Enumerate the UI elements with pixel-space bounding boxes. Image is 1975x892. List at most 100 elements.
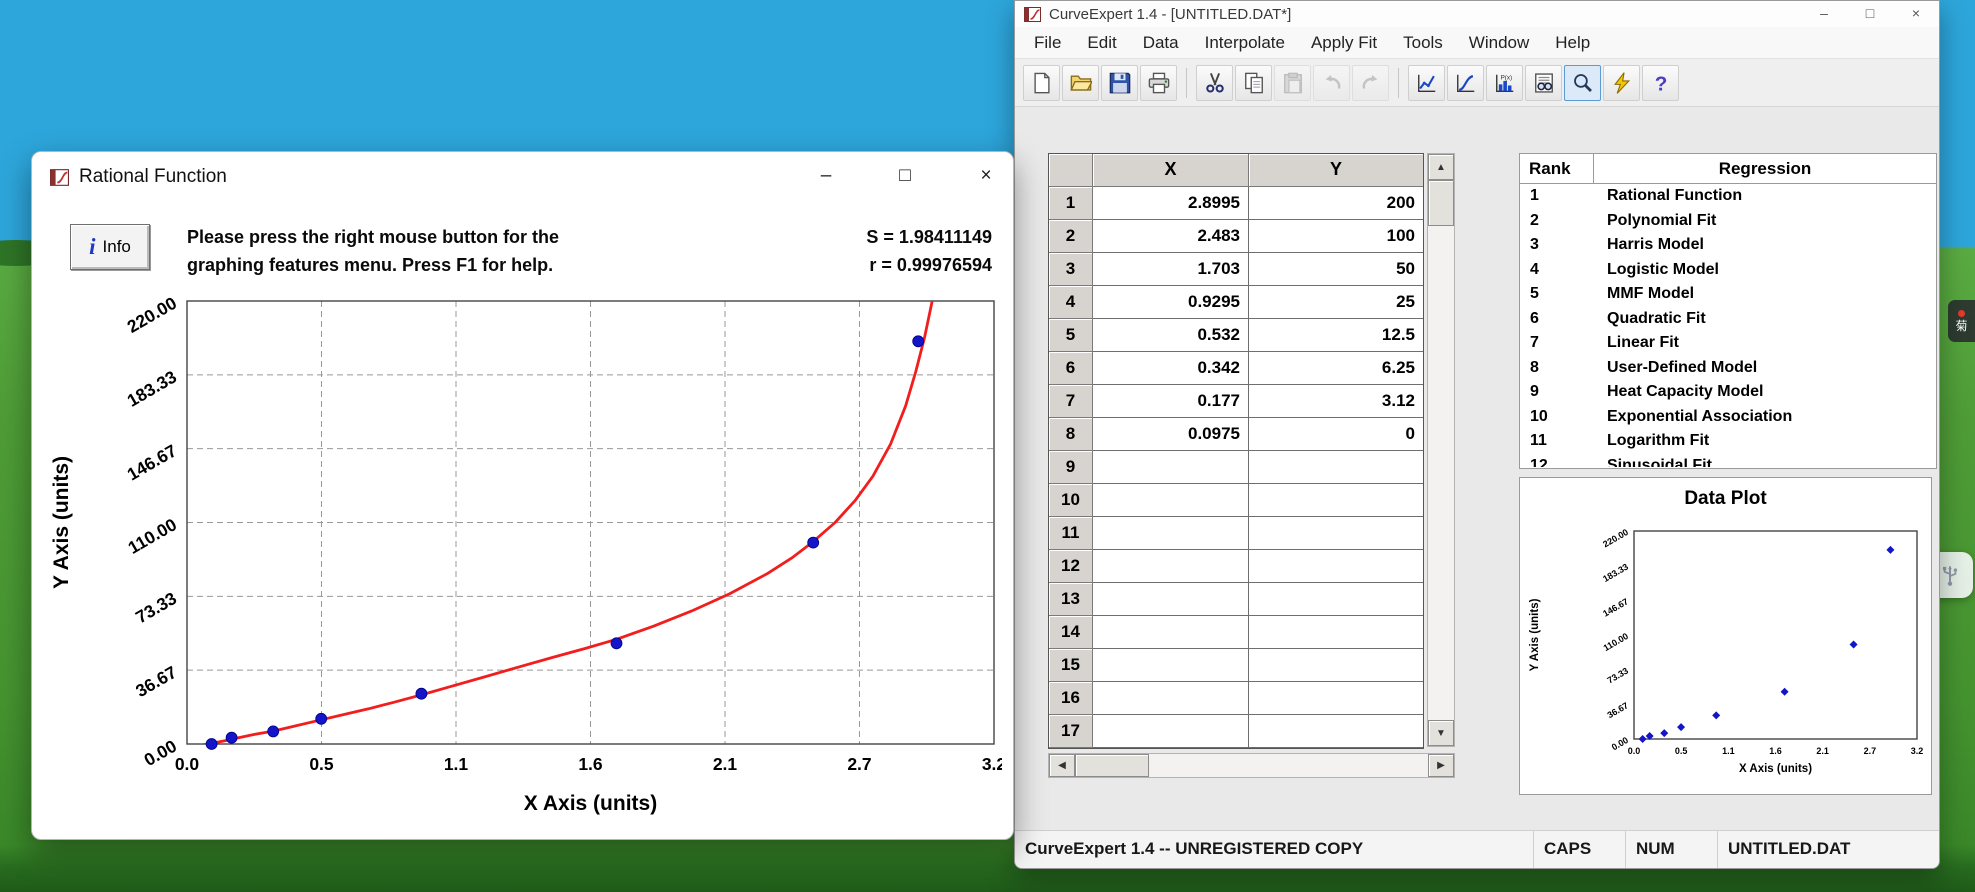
row-header[interactable]: 16: [1049, 682, 1093, 715]
close-button[interactable]: ×: [963, 152, 1009, 202]
cell-y[interactable]: 200: [1249, 187, 1423, 220]
scroll-up-button[interactable]: ▲: [1428, 154, 1454, 180]
fit-plot[interactable]: 0.00.000.536.671.173.331.6110.002.1146.6…: [52, 292, 1002, 832]
scroll-left-button[interactable]: ◀: [1049, 754, 1075, 777]
calculate-lightning-button[interactable]: [1603, 65, 1640, 101]
row-header[interactable]: 12: [1049, 550, 1093, 583]
cell-x[interactable]: 0.0975: [1093, 418, 1249, 451]
row-header[interactable]: 13: [1049, 583, 1093, 616]
cell-x[interactable]: 2.8995: [1093, 187, 1249, 220]
row-header[interactable]: 4: [1049, 286, 1093, 319]
regression-item[interactable]: 12Sinusoidal Fit: [1521, 457, 1935, 468]
cell-x[interactable]: [1093, 550, 1249, 583]
row-header[interactable]: 7: [1049, 385, 1093, 418]
cell-y[interactable]: [1249, 583, 1423, 616]
regression-item[interactable]: 4Logistic Model: [1521, 261, 1935, 286]
cell-y[interactable]: [1249, 550, 1423, 583]
table-horizontal-scrollbar[interactable]: ◀ ▶: [1048, 753, 1455, 778]
menu-apply-fit[interactable]: Apply Fit: [1298, 27, 1390, 58]
regression-item[interactable]: 11Logarithm Fit: [1521, 432, 1935, 457]
mini-data-plot[interactable]: 0.00.000.536.671.173.331.6110.002.1146.6…: [1524, 512, 1929, 792]
row-header[interactable]: 10: [1049, 484, 1093, 517]
menu-edit[interactable]: Edit: [1074, 27, 1129, 58]
regression-item[interactable]: 5MMF Model: [1521, 285, 1935, 310]
paste-button[interactable]: [1274, 65, 1311, 101]
cell-x[interactable]: [1093, 517, 1249, 550]
cell-x[interactable]: [1093, 451, 1249, 484]
cell-x[interactable]: [1093, 682, 1249, 715]
cut-button[interactable]: [1196, 65, 1233, 101]
cell-y[interactable]: [1249, 682, 1423, 715]
cell-x[interactable]: 0.342: [1093, 352, 1249, 385]
cell-y[interactable]: 12.5: [1249, 319, 1423, 352]
cell-x[interactable]: [1093, 583, 1249, 616]
save-file-button[interactable]: [1101, 65, 1138, 101]
cell-x[interactable]: 1.703: [1093, 253, 1249, 286]
info-button[interactable]: i Info: [70, 224, 150, 270]
cell-x[interactable]: [1093, 616, 1249, 649]
vertical-scroll-thumb[interactable]: [1428, 180, 1454, 226]
row-header[interactable]: 1: [1049, 187, 1093, 220]
zoom-button[interactable]: [1564, 65, 1601, 101]
probability-histogram-button[interactable]: P(x): [1486, 65, 1523, 101]
row-header[interactable]: 11: [1049, 517, 1093, 550]
regression-item[interactable]: 6Quadratic Fit: [1521, 310, 1935, 335]
row-header[interactable]: 17: [1049, 715, 1093, 748]
open-file-button[interactable]: [1062, 65, 1099, 101]
cell-x[interactable]: 2.483: [1093, 220, 1249, 253]
vertical-scroll-track[interactable]: [1428, 226, 1454, 720]
row-header[interactable]: 2: [1049, 220, 1093, 253]
scroll-right-button[interactable]: ▶: [1428, 754, 1454, 777]
report-view-button[interactable]: [1525, 65, 1562, 101]
row-header[interactable]: 8: [1049, 418, 1093, 451]
regression-item[interactable]: 1Rational Function: [1521, 187, 1935, 212]
cell-y[interactable]: [1249, 616, 1423, 649]
cell-y[interactable]: [1249, 484, 1423, 517]
row-header[interactable]: 9: [1049, 451, 1093, 484]
column-header-x[interactable]: X: [1093, 154, 1249, 187]
cell-x[interactable]: 0.177: [1093, 385, 1249, 418]
minimize-button[interactable]: –: [803, 152, 849, 202]
menu-file[interactable]: File: [1021, 27, 1074, 58]
row-header[interactable]: 6: [1049, 352, 1093, 385]
row-header[interactable]: 3: [1049, 253, 1093, 286]
cell-y[interactable]: [1249, 517, 1423, 550]
main-title-bar[interactable]: CurveExpert 1.4 - [UNTITLED.DAT*] – □ ×: [1015, 1, 1939, 27]
cell-y[interactable]: 100: [1249, 220, 1423, 253]
column-header-y[interactable]: Y: [1249, 154, 1423, 187]
cell-x[interactable]: [1093, 484, 1249, 517]
row-header[interactable]: 15: [1049, 649, 1093, 682]
cell-y[interactable]: 0: [1249, 418, 1423, 451]
horizontal-scroll-track[interactable]: [1149, 754, 1428, 777]
regression-item[interactable]: 10Exponential Association: [1521, 408, 1935, 433]
minimize-button[interactable]: –: [1801, 1, 1847, 27]
maximize-button[interactable]: □: [882, 152, 928, 202]
copy-button[interactable]: [1235, 65, 1272, 101]
cell-x[interactable]: 0.9295: [1093, 286, 1249, 319]
scroll-down-button[interactable]: ▼: [1428, 720, 1454, 746]
print-button[interactable]: [1140, 65, 1177, 101]
redo-button[interactable]: [1352, 65, 1389, 101]
row-header[interactable]: 5: [1049, 319, 1093, 352]
cell-y[interactable]: 25: [1249, 286, 1423, 319]
cell-x[interactable]: 0.532: [1093, 319, 1249, 352]
cell-y[interactable]: 3.12: [1249, 385, 1423, 418]
cell-x[interactable]: [1093, 649, 1249, 682]
undo-button[interactable]: [1313, 65, 1350, 101]
new-file-button[interactable]: [1023, 65, 1060, 101]
cell-y[interactable]: [1249, 715, 1423, 748]
cell-y[interactable]: [1249, 649, 1423, 682]
table-corner-cell[interactable]: [1049, 154, 1093, 187]
cell-y[interactable]: 6.25: [1249, 352, 1423, 385]
regression-item[interactable]: 8User-Defined Model: [1521, 359, 1935, 384]
regression-item[interactable]: 7Linear Fit: [1521, 334, 1935, 359]
cell-y[interactable]: 50: [1249, 253, 1423, 286]
regression-item[interactable]: 2Polynomial Fit: [1521, 212, 1935, 237]
menu-data[interactable]: Data: [1130, 27, 1192, 58]
horizontal-scroll-thumb[interactable]: [1075, 754, 1149, 777]
help-button[interactable]: ?: [1642, 65, 1679, 101]
cell-y[interactable]: [1249, 451, 1423, 484]
fit-title-bar[interactable]: Rational Function – □ ×: [32, 152, 1013, 202]
plot-data-button[interactable]: [1408, 65, 1445, 101]
table-vertical-scrollbar[interactable]: ▲ ▼: [1427, 153, 1455, 747]
